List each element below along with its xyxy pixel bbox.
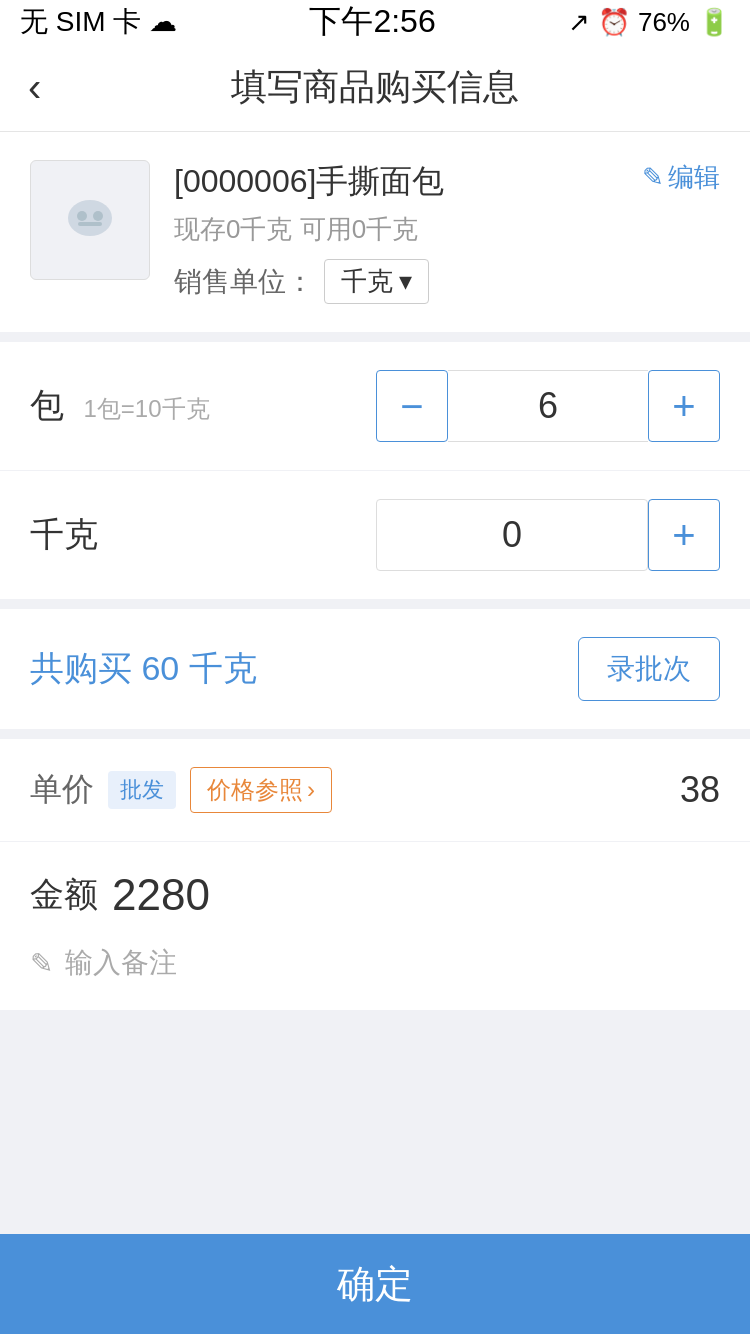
price-value: 38 xyxy=(680,769,720,811)
amount-label: 金额 xyxy=(30,872,98,918)
price-ref-label: 价格参照 xyxy=(207,774,303,806)
product-thumbnail xyxy=(30,160,150,280)
nav-bar: ‹ 填写商品购买信息 xyxy=(0,44,750,132)
content-spacer xyxy=(0,1011,750,1234)
battery-label: 76% xyxy=(638,7,690,38)
svg-rect-3 xyxy=(78,222,102,226)
remark-placeholder: 输入备注 xyxy=(65,944,177,982)
page-title: 填写商品购买信息 xyxy=(231,63,519,112)
bag-quantity-section: 包 1包=10千克 − + xyxy=(0,342,750,471)
svg-point-0 xyxy=(68,200,112,236)
amount-value: 2280 xyxy=(112,870,210,920)
product-logo-icon xyxy=(60,190,120,250)
kg-plus-button[interactable]: + xyxy=(648,499,720,571)
location-icon: ↗ xyxy=(568,7,590,38)
price-ref-arrow: › xyxy=(307,776,315,804)
price-tag: 批发 xyxy=(108,771,176,809)
batch-button[interactable]: 录批次 xyxy=(578,637,720,701)
product-stock: 现存0千克 可用0千克 xyxy=(174,212,720,247)
bag-plus-button[interactable]: + xyxy=(648,370,720,442)
back-button[interactable]: ‹ xyxy=(28,65,41,110)
remark-row[interactable]: ✎ 输入备注 xyxy=(30,936,720,990)
product-info: [0000006]手撕面包 现存0千克 可用0千克 销售单位： 千克 ▾ xyxy=(174,160,720,304)
amount-section: 金额 2280 ✎ 输入备注 xyxy=(0,842,750,1011)
unit-label: 销售单位： xyxy=(174,263,314,301)
status-right: ↗ ⏰ 76% 🔋 xyxy=(568,7,730,38)
total-section: 共购买 60 千克 录批次 xyxy=(0,609,750,739)
amount-row: 金额 2280 xyxy=(30,870,720,920)
kg-quantity-row: 千克 + xyxy=(0,471,750,609)
bag-quantity-row: 包 1包=10千克 − + xyxy=(0,342,750,471)
alarm-icon: ⏰ xyxy=(598,7,630,38)
no-sim-label: 无 SIM 卡 ☁ xyxy=(20,3,177,41)
edit-icon: ✎ xyxy=(642,162,664,193)
bag-label: 包 1包=10千克 xyxy=(30,383,376,429)
price-label: 单价 xyxy=(30,768,94,812)
price-section: 单价 批发 价格参照 › 38 xyxy=(0,739,750,842)
status-left: 无 SIM 卡 ☁ xyxy=(20,3,177,41)
bag-qty-input[interactable] xyxy=(448,370,648,442)
total-text: 共购买 60 千克 xyxy=(30,646,257,692)
product-unit-row: 销售单位： 千克 ▾ xyxy=(174,259,720,304)
bag-sublabel: 1包=10千克 xyxy=(83,395,209,422)
kg-quantity-section: 千克 + xyxy=(0,471,750,609)
product-name: [0000006]手撕面包 xyxy=(174,160,720,204)
svg-point-2 xyxy=(93,211,103,221)
kg-label: 千克 xyxy=(30,512,376,558)
dropdown-icon: ▾ xyxy=(399,266,412,297)
kg-qty-input[interactable] xyxy=(376,499,648,571)
unit-value: 千克 xyxy=(341,264,393,299)
remark-icon: ✎ xyxy=(30,947,53,980)
confirm-button[interactable]: 确定 xyxy=(0,1234,750,1334)
price-ref-button[interactable]: 价格参照 › xyxy=(190,767,332,813)
bag-qty-control: − + xyxy=(376,370,720,442)
status-bar: 无 SIM 卡 ☁ 下午2:56 ↗ ⏰ 76% 🔋 xyxy=(0,0,750,44)
edit-label: 编辑 xyxy=(668,160,720,195)
svg-point-1 xyxy=(77,211,87,221)
status-time: 下午2:56 xyxy=(309,0,435,44)
total-amount: 60 xyxy=(141,649,179,687)
battery-icon: 🔋 xyxy=(698,7,730,38)
product-card: [0000006]手撕面包 现存0千克 可用0千克 销售单位： 千克 ▾ ✎ 编… xyxy=(0,132,750,342)
unit-select[interactable]: 千克 ▾ xyxy=(324,259,429,304)
edit-button[interactable]: ✎ 编辑 xyxy=(642,160,720,195)
bag-minus-button[interactable]: − xyxy=(376,370,448,442)
kg-qty-control: + xyxy=(376,499,720,571)
